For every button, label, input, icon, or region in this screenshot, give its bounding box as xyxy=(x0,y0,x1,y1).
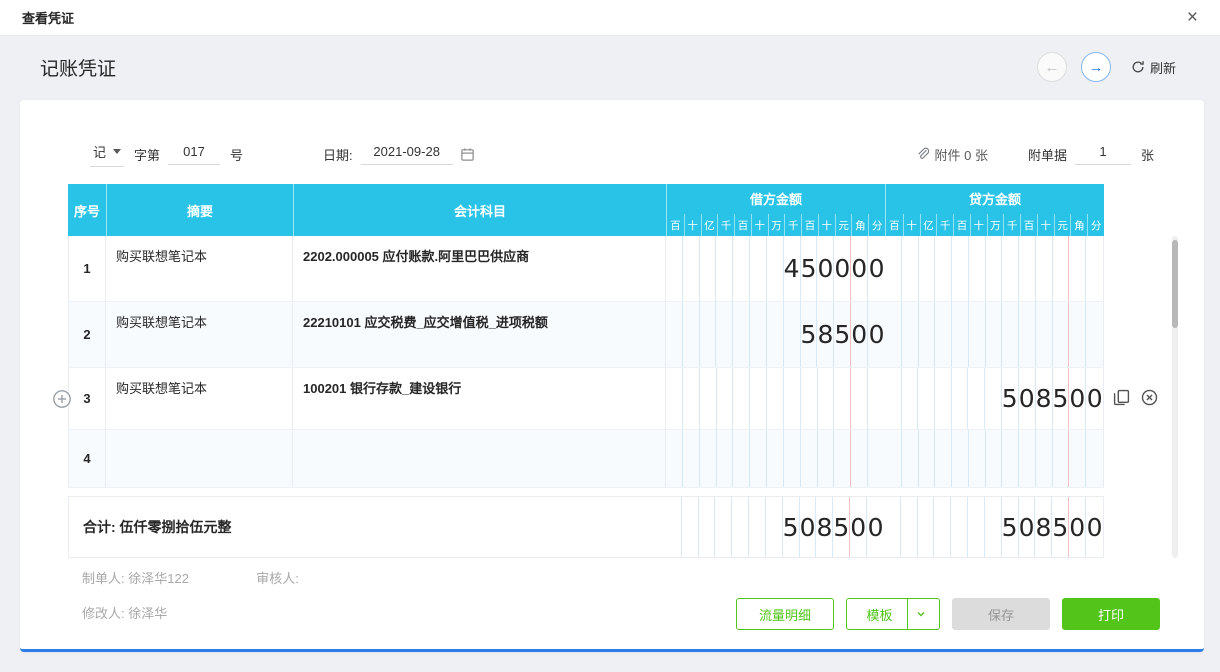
receipts-unit-label: 张 xyxy=(1140,147,1154,163)
subject-cell[interactable]: 22210101 应交税费_应交增值税_进项税额 xyxy=(293,302,666,367)
voucher-form-row: 记 字第 017 号 日期: 2021-09-28 附件 0 张 附单据 1 张 xyxy=(90,138,1154,170)
voucher-row-3: 3 购买联想笔记本 100201 银行存款_建设银行 508500 xyxy=(68,368,1104,430)
total-label: 合计: 伍仟零捌拾伍元整 xyxy=(83,519,232,535)
meta-line-1: 制单人: 徐泽华122 审核人: xyxy=(82,568,299,587)
plus-circle-icon xyxy=(53,390,71,408)
summary-cell[interactable]: 购买联想笔记本 xyxy=(106,302,293,367)
date-label: 日期: xyxy=(323,147,353,163)
close-button[interactable]: × xyxy=(1187,8,1198,27)
refresh-button[interactable]: 刷新 xyxy=(1131,58,1176,77)
voucher-row-2: 2 购买联想笔记本 22210101 应交税费_应交增值税_进项税额 58500 xyxy=(68,302,1104,368)
modifier-value: 徐泽华 xyxy=(128,606,168,621)
voucher-type-select[interactable]: 记 xyxy=(90,142,125,167)
voucher-row-1: 1 购买联想笔记本 2202.000005 应付账款.阿里巴巴供应商 45000… xyxy=(68,236,1104,302)
credit-cell[interactable] xyxy=(885,302,1104,367)
voucher-number-input[interactable]: 017 xyxy=(168,144,221,165)
column-header-index: 序号 xyxy=(73,203,100,219)
template-button[interactable]: 模板 xyxy=(846,598,940,630)
add-row-button[interactable] xyxy=(52,389,72,409)
next-voucher-button[interactable]: → xyxy=(1080,52,1111,82)
summary-cell[interactable] xyxy=(106,430,293,487)
voucher-meta: 制单人: 徐泽华122 审核人: 修改人: 徐泽华 xyxy=(82,568,299,638)
dialog-title: 查看凭证 xyxy=(22,11,75,26)
dialog-titlebar: 查看凭证 × xyxy=(0,0,1220,36)
preparer-value: 徐泽华122 xyxy=(128,571,189,586)
debit-digit-columns: 百十亿千百十万千百十元角分 xyxy=(667,214,885,236)
subject-cell[interactable]: 2202.000005 应付账款.阿里巴巴供应商 xyxy=(293,236,666,301)
column-header-subject: 会计科目 xyxy=(293,184,666,236)
credit-cell[interactable] xyxy=(885,430,1104,487)
arrow-left-icon: ← xyxy=(1044,58,1060,76)
calendar-icon[interactable] xyxy=(460,147,475,162)
delete-row-button[interactable] xyxy=(1140,389,1158,407)
voucher-row-4: 4 xyxy=(68,430,1104,488)
summary-cell[interactable]: 购买联想笔记本 xyxy=(106,368,293,429)
zi-label: 字第 xyxy=(134,147,161,163)
summary-cell[interactable]: 购买联想笔记本 xyxy=(106,236,293,301)
debit-header-label: 借方金额 xyxy=(749,192,802,207)
modifier-label: 修改人: xyxy=(82,606,129,621)
debit-cell[interactable] xyxy=(666,368,885,429)
row-actions xyxy=(1112,389,1158,407)
footer-buttons: 流量明细 模板 保存 打印 xyxy=(736,598,1160,630)
receipts-label: 附单据 xyxy=(1027,147,1067,163)
flow-detail-button[interactable]: 流量明细 xyxy=(736,598,834,630)
column-header-credit: 贷方金额 百十亿千百十万千百十元角分 xyxy=(885,184,1104,236)
row-index: 4 xyxy=(68,430,106,487)
view-voucher-window: 查看凭证 × 记账凭证 ← → 刷新 记 字第 017 号 日期: 2021-0… xyxy=(0,0,1220,672)
subject-cell[interactable]: 100201 银行存款_建设银行 xyxy=(293,368,666,429)
refresh-label: 刷新 xyxy=(1149,60,1176,76)
prev-voucher-button[interactable]: ← xyxy=(1036,52,1067,82)
save-button[interactable]: 保存 xyxy=(952,598,1050,630)
credit-cell[interactable]: 508500 xyxy=(885,368,1104,429)
total-credit-cell: 508500 xyxy=(884,497,1103,557)
chevron-down-icon xyxy=(917,612,924,617)
arrow-right-icon: → xyxy=(1088,58,1104,76)
template-label: 模板 xyxy=(866,607,893,623)
paperclip-icon xyxy=(917,147,929,159)
credit-cell[interactable] xyxy=(885,236,1104,301)
circle-x-icon xyxy=(1141,389,1157,406)
date-input[interactable]: 2021-09-28 xyxy=(360,144,453,165)
debit-cell[interactable]: 58500 xyxy=(666,302,885,367)
voucher-card: 记 字第 017 号 日期: 2021-09-28 附件 0 张 附单据 1 张… xyxy=(20,100,1204,652)
caret-down-icon xyxy=(113,148,122,154)
receipts-input[interactable]: 1 xyxy=(1074,144,1131,165)
subject-cell[interactable] xyxy=(293,430,666,487)
table-scrollbar[interactable] xyxy=(1172,236,1178,558)
credit-header-label: 贷方金额 xyxy=(968,192,1021,207)
page-header: 记账凭证 ← → 刷新 xyxy=(40,52,1176,82)
voucher-table: 序号 摘要 会计科目 借方金额 百十亿千百十万千百十元角分 贷方金额 百十亿千百… xyxy=(53,184,1157,558)
refresh-icon xyxy=(1132,61,1144,73)
table-body: 1 购买联想笔记本 2202.000005 应付账款.阿里巴巴供应商 45000… xyxy=(68,236,1104,488)
page-title: 记账凭证 xyxy=(40,58,117,80)
row-index: 1 xyxy=(68,236,106,301)
meta-line-2: 修改人: 徐泽华 xyxy=(82,603,299,622)
table-header: 序号 摘要 会计科目 借方金额 百十亿千百十万千百十元角分 贷方金额 百十亿千百… xyxy=(68,184,1104,236)
debit-cell[interactable]: 450000 xyxy=(666,236,885,301)
column-header-debit: 借方金额 百十亿千百十万千百十元角分 xyxy=(666,184,885,236)
hao-label: 号 xyxy=(230,147,244,163)
header-actions: ← → 刷新 xyxy=(1036,52,1176,82)
template-dropdown-toggle[interactable] xyxy=(908,599,934,629)
column-header-summary: 摘要 xyxy=(106,184,293,236)
preparer-label: 制单人: xyxy=(82,571,129,586)
reviewer-label: 审核人: xyxy=(256,571,299,586)
attachment-group: 附件 0 张 附单据 1 张 xyxy=(915,144,1154,165)
copy-icon xyxy=(1113,389,1129,406)
total-debit-cell: 508500 xyxy=(665,497,884,557)
attachment-link[interactable]: 附件 0 张 xyxy=(935,145,988,164)
row-index: 3 xyxy=(68,368,106,429)
close-icon: × xyxy=(1186,7,1198,28)
copy-row-button[interactable] xyxy=(1112,389,1130,407)
row-index: 2 xyxy=(68,302,106,367)
credit-digit-columns: 百十亿千百十万千百十元角分 xyxy=(886,214,1104,236)
total-row: 合计: 伍仟零捌拾伍元整 508500 508500 xyxy=(68,496,1104,558)
scrollbar-thumb[interactable] xyxy=(1172,240,1178,328)
voucher-type-value: 记 xyxy=(93,144,107,160)
debit-cell[interactable] xyxy=(666,430,885,487)
print-button[interactable]: 打印 xyxy=(1062,598,1160,630)
